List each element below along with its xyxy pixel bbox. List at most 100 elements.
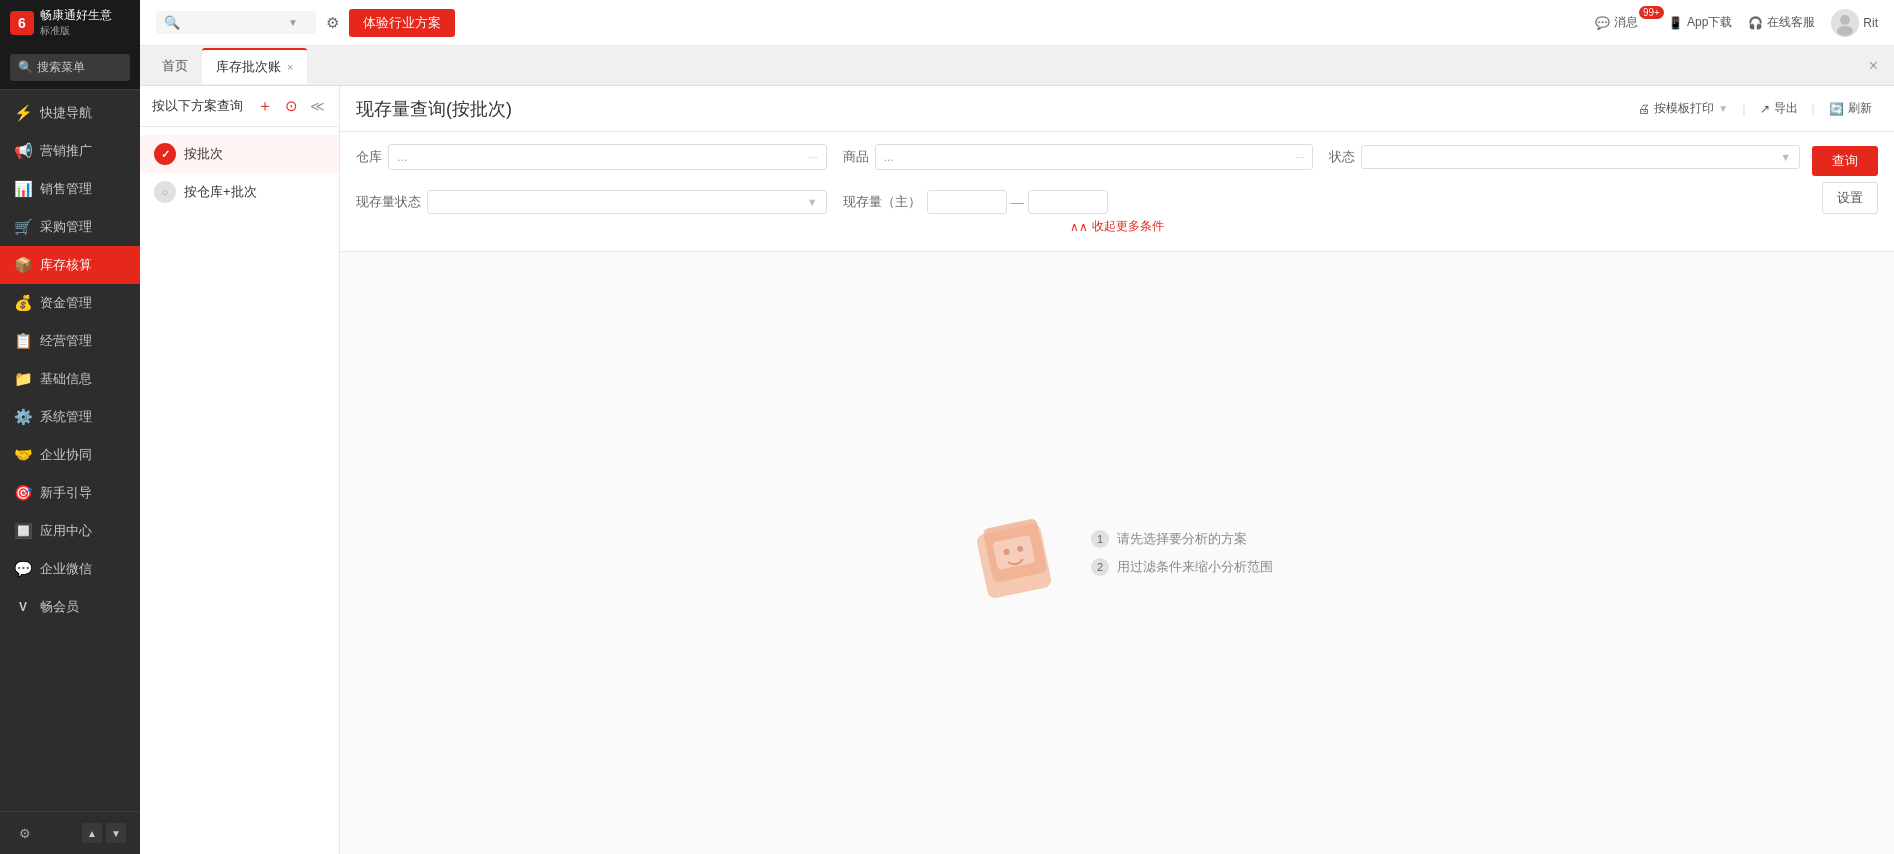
sidebar-item-inventory[interactable]: 📦 库存核算 — [0, 246, 140, 284]
left-panel: 按以下方案查询 ＋ ⊙ ≪ ✓ 按批次 ○ 按仓库+批次 — [140, 86, 340, 854]
collapse-panel-button[interactable]: ≪ — [307, 96, 327, 116]
basic-icon: 📁 — [14, 370, 32, 388]
query-button[interactable]: 查询 — [1812, 146, 1878, 176]
stock-status-dropdown-icon[interactable]: ▼ — [807, 196, 818, 208]
content-area: 按以下方案查询 ＋ ⊙ ≪ ✓ 按批次 ○ 按仓库+批次 — [140, 86, 1894, 854]
weixin-icon: 💬 — [14, 560, 32, 578]
sidebar-item-apps[interactable]: 🔲 应用中心 — [0, 512, 140, 550]
search-menu-button[interactable]: 🔍 搜索菜单 — [10, 54, 130, 81]
hint-item-2: 2 用过滤条件来缩小分析范围 — [1091, 558, 1273, 576]
settings-gear-icon[interactable]: ⚙ — [326, 14, 339, 32]
refresh-button[interactable]: 🔄 刷新 — [1823, 96, 1878, 121]
sidebar: 6 畅康通好生意 标准版 🔍 搜索菜单 ⚡ 快捷导航 📢 营销推广 📊 销售管理… — [0, 0, 140, 854]
warehouse-more-icon[interactable]: ··· — [809, 151, 818, 163]
sidebar-item-operations[interactable]: 📋 经营管理 — [0, 322, 140, 360]
scroll-down-button[interactable]: ▼ — [106, 823, 126, 843]
refresh-label: 刷新 — [1848, 100, 1872, 117]
warehouse-input[interactable]: ... ··· — [388, 144, 827, 170]
system-icon: ⚙️ — [14, 408, 32, 426]
message-label: 消息 — [1614, 14, 1638, 31]
main-area: 🔍 ▼ ⚙ 体验行业方案 💬 消息 99+ 📱 App下载 🎧 在线客服 — [140, 0, 1894, 854]
filter-settings-button[interactable]: 设置 — [1822, 182, 1878, 214]
sidebar-item-label: 资金管理 — [40, 294, 92, 312]
app-info: 畅康通好生意 标准版 — [40, 8, 112, 38]
app-icon: 📱 — [1668, 16, 1683, 30]
marketing-icon: 📢 — [14, 142, 32, 160]
sidebar-item-label: 采购管理 — [40, 218, 92, 236]
purchase-icon: 🛒 — [14, 218, 32, 236]
header-search-input[interactable] — [184, 16, 284, 30]
home-label: 首页 — [162, 57, 188, 75]
sidebar-item-label: 新手引导 — [40, 484, 92, 502]
stock-qty-min-input[interactable] — [927, 190, 1007, 214]
sidebar-item-purchase[interactable]: 🛒 采购管理 — [0, 208, 140, 246]
company-name: 畅康通好生意 — [40, 8, 112, 24]
sidebar-item-member[interactable]: V 畅会员 — [0, 588, 140, 626]
header-search-box[interactable]: 🔍 ▼ — [156, 11, 316, 34]
stock-qty-max-input[interactable] — [1028, 190, 1108, 214]
sidebar-item-shortcut[interactable]: ⚡ 快捷导航 — [0, 94, 140, 132]
hint-number-2: 2 — [1091, 558, 1109, 576]
app-download-button[interactable]: 📱 App下载 — [1668, 14, 1732, 31]
tab-home[interactable]: 首页 — [148, 49, 202, 83]
sidebar-item-guide[interactable]: 🎯 新手引导 — [0, 474, 140, 512]
add-plan-button[interactable]: ＋ — [255, 96, 275, 116]
warehouse-input-text: ... — [397, 150, 407, 164]
status-label: 状态 — [1329, 148, 1355, 166]
app-download-label: App下载 — [1687, 14, 1732, 31]
plan-settings-button[interactable]: ⊙ — [281, 96, 301, 116]
collapse-filter-button[interactable]: ∧∧ 收起更多条件 — [356, 214, 1878, 239]
sidebar-search-area: 🔍 搜索菜单 — [0, 46, 140, 90]
sidebar-nav: ⚡ 快捷导航 📢 营销推广 📊 销售管理 🛒 采购管理 📦 库存核算 💰 资金管… — [0, 90, 140, 811]
sidebar-item-finance[interactable]: 💰 资金管理 — [0, 284, 140, 322]
scroll-up-button[interactable]: ▲ — [82, 823, 102, 843]
sidebar-item-basic[interactable]: 📁 基础信息 — [0, 360, 140, 398]
product-label: 商品 — [843, 148, 869, 166]
settings-icon[interactable]: ⚙ — [14, 822, 36, 844]
product-input-text: ... — [884, 150, 894, 164]
filter-row-1: 仓库 ... ··· 商品 ... ··· — [356, 144, 1800, 170]
export-label: 导出 — [1774, 100, 1798, 117]
tab-inventory-batch[interactable]: 库存批次账 × — [202, 48, 307, 84]
print-button[interactable]: 🖨 按模板打印 ▼ — [1632, 96, 1734, 121]
warehouse-label: 仓库 — [356, 148, 382, 166]
message-icon: 💬 — [1595, 16, 1610, 30]
message-badge: 99+ — [1639, 6, 1664, 19]
sidebar-item-system[interactable]: ⚙️ 系统管理 — [0, 398, 140, 436]
sidebar-item-marketing[interactable]: 📢 营销推广 — [0, 132, 140, 170]
main-content: 1 请先选择要分析的方案 2 用过滤条件来缩小分析范围 — [340, 252, 1894, 854]
tab-close-icon[interactable]: × — [287, 61, 293, 73]
product-filter: 商品 ... ··· — [843, 144, 1314, 170]
message-button[interactable]: 💬 消息 99+ — [1595, 14, 1652, 31]
sidebar-item-label: 销售管理 — [40, 180, 92, 198]
apps-icon: 🔲 — [14, 522, 32, 540]
sidebar-item-sales[interactable]: 📊 销售管理 — [0, 170, 140, 208]
left-panel-title: 按以下方案查询 — [152, 97, 243, 115]
action-divider-2: | — [1812, 101, 1815, 116]
sidebar-item-label: 企业微信 — [40, 560, 92, 578]
tab-area-close-button[interactable]: × — [1861, 53, 1886, 79]
list-item[interactable]: ✓ 按批次 — [140, 135, 339, 173]
stock-status-filter: 现存量状态 ▼ — [356, 190, 827, 214]
enterprise-icon: 🤝 — [14, 446, 32, 464]
stock-status-select[interactable]: ▼ — [427, 190, 827, 214]
product-more-icon[interactable]: ··· — [1295, 151, 1304, 163]
stock-qty-filter: 现存量（主） — — [843, 190, 1314, 214]
export-button[interactable]: ↗ 导出 — [1754, 96, 1804, 121]
app-version: 标准版 — [40, 24, 112, 38]
status-select[interactable]: ▼ — [1361, 145, 1800, 169]
header-dropdown-icon[interactable]: ▼ — [288, 17, 298, 28]
user-menu[interactable]: Rit — [1831, 9, 1878, 37]
sidebar-item-weixin[interactable]: 💬 企业微信 — [0, 550, 140, 588]
list-item[interactable]: ○ 按仓库+批次 — [140, 173, 339, 211]
status-dropdown-icon[interactable]: ▼ — [1780, 151, 1791, 163]
print-dropdown-icon[interactable]: ▼ — [1718, 103, 1728, 114]
sidebar-item-enterprise[interactable]: 🤝 企业协同 — [0, 436, 140, 474]
plan-label: 按仓库+批次 — [184, 183, 257, 201]
hint-text-2: 用过滤条件来缩小分析范围 — [1117, 558, 1273, 576]
trial-button[interactable]: 体验行业方案 — [349, 9, 455, 37]
product-input[interactable]: ... ··· — [875, 144, 1314, 170]
sidebar-item-label: 畅会员 — [40, 598, 79, 616]
service-button[interactable]: 🎧 在线客服 — [1748, 14, 1815, 31]
app-logo: 6 — [10, 11, 34, 35]
